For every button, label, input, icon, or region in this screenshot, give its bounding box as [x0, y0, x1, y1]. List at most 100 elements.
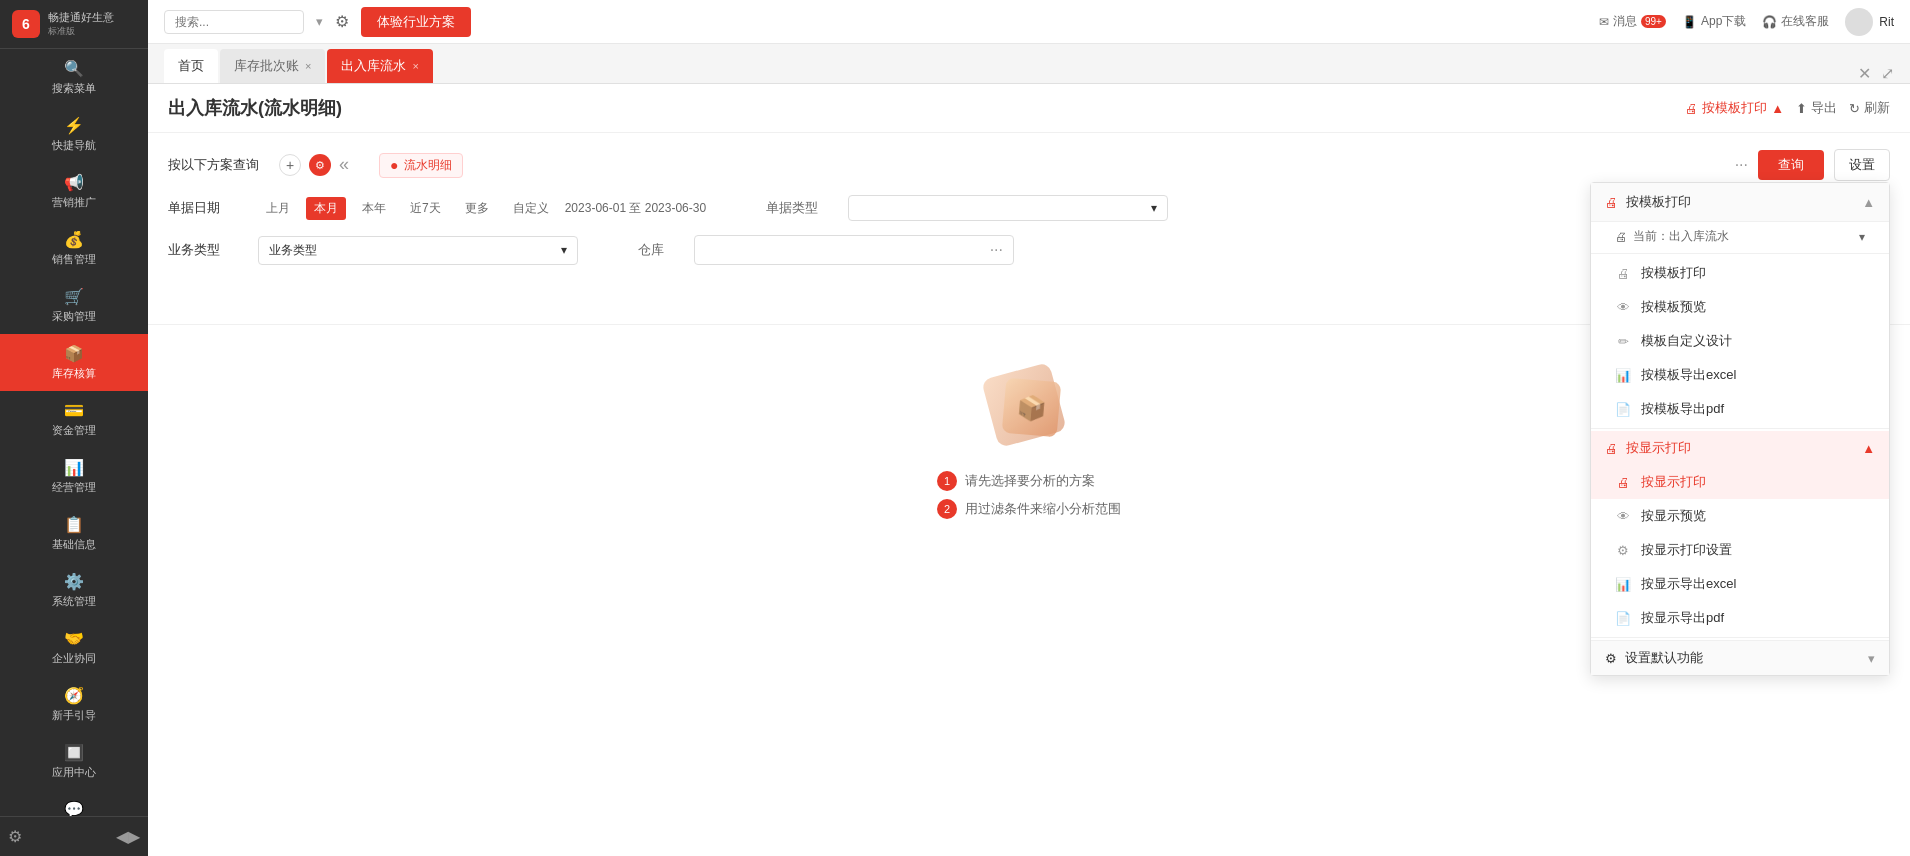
operation-icon: 📊 — [64, 458, 84, 477]
app-name: 畅捷通好生意 — [48, 10, 114, 24]
dropdown-display-print[interactable]: 🖨 按显示打印 — [1591, 465, 1889, 499]
sidebar-item-marketing[interactable]: 📢 营销推广 — [0, 163, 148, 220]
document-type-select[interactable]: ▾ — [848, 195, 1168, 221]
filter-add-button[interactable]: + — [279, 154, 301, 176]
empty-state: 📦 1 请先选择要分析的方案 2 用过滤条件来缩小分析范围 — [937, 365, 1121, 519]
inventory-icon: 📦 — [64, 344, 84, 363]
query-button[interactable]: 查询 — [1758, 150, 1824, 180]
display-print-icon2: 🖨 — [1615, 474, 1631, 490]
message-badge: 99+ — [1641, 15, 1666, 28]
warehouse-more-icon[interactable]: ··· — [990, 241, 1003, 259]
dropdown-display-print-settings[interactable]: ⚙ 按显示打印设置 — [1591, 533, 1889, 567]
sidebar-item-collab[interactable]: 🤝 企业协同 — [0, 619, 148, 676]
dropdown-current-item: 🖨 当前：出入库流水 ▾ — [1591, 222, 1889, 251]
date-btn-this-year[interactable]: 本年 — [354, 197, 394, 220]
display-print-icon: 🖨 — [1605, 441, 1618, 456]
dropdown-footer[interactable]: ⚙ 设置默认功能 ▾ — [1591, 640, 1889, 675]
date-btn-more[interactable]: 更多 — [457, 197, 497, 220]
dropdown-print-icon: 🖨 — [1605, 195, 1618, 210]
sidebar: 6 畅捷通好生意 标准版 🔍 搜索菜单 ⚡ 快捷导航 📢 营销推广 💰 销售管理… — [0, 0, 148, 856]
topbar-search-input[interactable] — [164, 10, 304, 34]
tab-inventory-batch[interactable]: 库存批次账 × — [220, 49, 325, 83]
business-type-dropdown-icon: ▾ — [561, 243, 567, 257]
sidebar-item-operation[interactable]: 📊 经营管理 — [0, 448, 148, 505]
message-button[interactable]: ✉ 消息 99+ — [1599, 13, 1666, 30]
business-type-select[interactable]: 业务类型 ▾ — [258, 236, 578, 265]
purchase-icon: 🛒 — [64, 287, 84, 306]
dropdown-display-section[interactable]: 🖨 按显示打印 ▲ — [1591, 431, 1889, 465]
window-maximize-icon[interactable]: ⤢ — [1881, 64, 1894, 83]
display-settings-icon: ⚙ — [1615, 542, 1631, 558]
print-chevron-icon: ▲ — [1771, 101, 1784, 116]
sidebar-item-basic[interactable]: 📋 基础信息 — [0, 505, 148, 562]
sidebar-item-system[interactable]: ⚙️ 系统管理 — [0, 562, 148, 619]
window-close-icon[interactable]: ✕ — [1858, 64, 1871, 83]
finance-icon: 💳 — [64, 401, 84, 420]
tab-inout-flow[interactable]: 出入库流水 × — [327, 49, 432, 83]
sidebar-item-inventory[interactable]: 📦 库存核算 — [0, 334, 148, 391]
online-service-button[interactable]: 🎧 在线客服 — [1762, 13, 1829, 30]
tab-close-inventory-batch[interactable]: × — [305, 60, 311, 72]
trial-button[interactable]: 体验行业方案 — [361, 7, 471, 37]
divider-3 — [1591, 637, 1889, 638]
dropdown-template-export-excel[interactable]: 📊 按模板导出excel — [1591, 358, 1889, 392]
sidebar-item-search[interactable]: 🔍 搜索菜单 — [0, 49, 148, 106]
settings-button[interactable]: 设置 — [1834, 149, 1890, 181]
filter-collapse-button[interactable]: « — [339, 154, 349, 176]
topbar-gear-icon[interactable]: ⚙ — [335, 12, 349, 31]
display-section-arrow[interactable]: ▲ — [1862, 441, 1875, 456]
dropdown-template-print[interactable]: 🖨 按模板打印 — [1591, 256, 1889, 290]
topbar: ▾ ⚙ 体验行业方案 ✉ 消息 99+ 📱 App下载 🎧 在线客服 Rit — [148, 0, 1910, 44]
empty-step-2: 2 用过滤条件来缩小分析范围 — [937, 499, 1121, 519]
sidebar-item-sales[interactable]: 💰 销售管理 — [0, 220, 148, 277]
sidebar-item-apps[interactable]: 🔲 应用中心 — [0, 733, 148, 790]
export-button[interactable]: ⬆ 导出 — [1796, 99, 1837, 117]
empty-step-1: 1 请先选择要分析的方案 — [937, 471, 1121, 491]
print-template-button[interactable]: 🖨 按模板打印 ▲ — [1685, 99, 1784, 117]
sidebar-bottom: ⚙ ◀▶ — [0, 816, 148, 856]
display-preview-icon: 👁 — [1615, 508, 1631, 524]
template-export-excel-icon: 📊 — [1615, 367, 1631, 383]
collapse-toggle-icon[interactable]: ◀▶ — [116, 827, 140, 846]
settings-default-arrow: ▾ — [1868, 651, 1875, 666]
dropdown-template-custom[interactable]: ✏ 模板自定义设计 — [1591, 324, 1889, 358]
app-download-button[interactable]: 📱 App下载 — [1682, 13, 1746, 30]
settings-default-icon: ⚙ — [1605, 651, 1617, 666]
template-preview-icon: 👁 — [1615, 299, 1631, 315]
divider-1 — [1591, 253, 1889, 254]
print-icon: 🖨 — [1685, 101, 1698, 116]
system-icon: ⚙️ — [64, 572, 84, 591]
date-filter-options: 上月 本月 本年 近7天 更多 自定义 2023-06-01 至 2023-06… — [258, 197, 706, 220]
settings-bottom-icon[interactable]: ⚙ — [8, 827, 22, 846]
dropdown-template-export-pdf[interactable]: 📄 按模板导出pdf — [1591, 392, 1889, 426]
dropdown-display-export-pdf[interactable]: 📄 按显示导出pdf — [1591, 601, 1889, 635]
filter-settings-button[interactable]: ⚙ — [309, 154, 331, 176]
dropdown-display-preview[interactable]: 👁 按显示预览 — [1591, 499, 1889, 533]
dropdown-template-preview[interactable]: 👁 按模板预览 — [1591, 290, 1889, 324]
topbar-dropdown-icon[interactable]: ▾ — [316, 14, 323, 29]
user-profile[interactable]: Rit — [1845, 8, 1894, 36]
date-btn-7days[interactable]: 近7天 — [402, 197, 449, 220]
divider-2 — [1591, 428, 1889, 429]
dropdown-display-export-excel[interactable]: 📊 按显示导出excel — [1591, 567, 1889, 601]
date-btn-custom[interactable]: 自定义 — [505, 197, 557, 220]
sidebar-item-wechat[interactable]: 💬 企业微信 — [0, 790, 148, 816]
warehouse-select[interactable]: ··· — [694, 235, 1014, 265]
sidebar-logo: 6 畅捷通好生意 标准版 — [0, 0, 148, 49]
sidebar-item-shortcut[interactable]: ⚡ 快捷导航 — [0, 106, 148, 163]
more-icon[interactable]: ··· — [1735, 156, 1748, 174]
sidebar-item-finance[interactable]: 💳 资金管理 — [0, 391, 148, 448]
refresh-button[interactable]: ↻ 刷新 — [1849, 99, 1890, 117]
dropdown-current-arrow: ▾ — [1859, 230, 1865, 244]
dropdown-display-title: 🖨 按显示打印 — [1605, 439, 1691, 457]
sidebar-item-purchase[interactable]: 🛒 采购管理 — [0, 277, 148, 334]
tab-close-inout-flow[interactable]: × — [412, 60, 418, 72]
sidebar-item-guide[interactable]: 🧭 新手引导 — [0, 676, 148, 733]
tab-home[interactable]: 首页 — [164, 49, 218, 83]
date-btn-last-month[interactable]: 上月 — [258, 197, 298, 220]
dropdown-collapse-icon[interactable]: ▲ — [1862, 195, 1875, 210]
window-controls: ✕ ⤢ — [1858, 64, 1894, 83]
topbar-right: ✉ 消息 99+ 📱 App下载 🎧 在线客服 Rit — [1599, 8, 1894, 36]
date-btn-this-month[interactable]: 本月 — [306, 197, 346, 220]
filter-chip-active[interactable]: ● 流水明细 — [379, 153, 463, 178]
